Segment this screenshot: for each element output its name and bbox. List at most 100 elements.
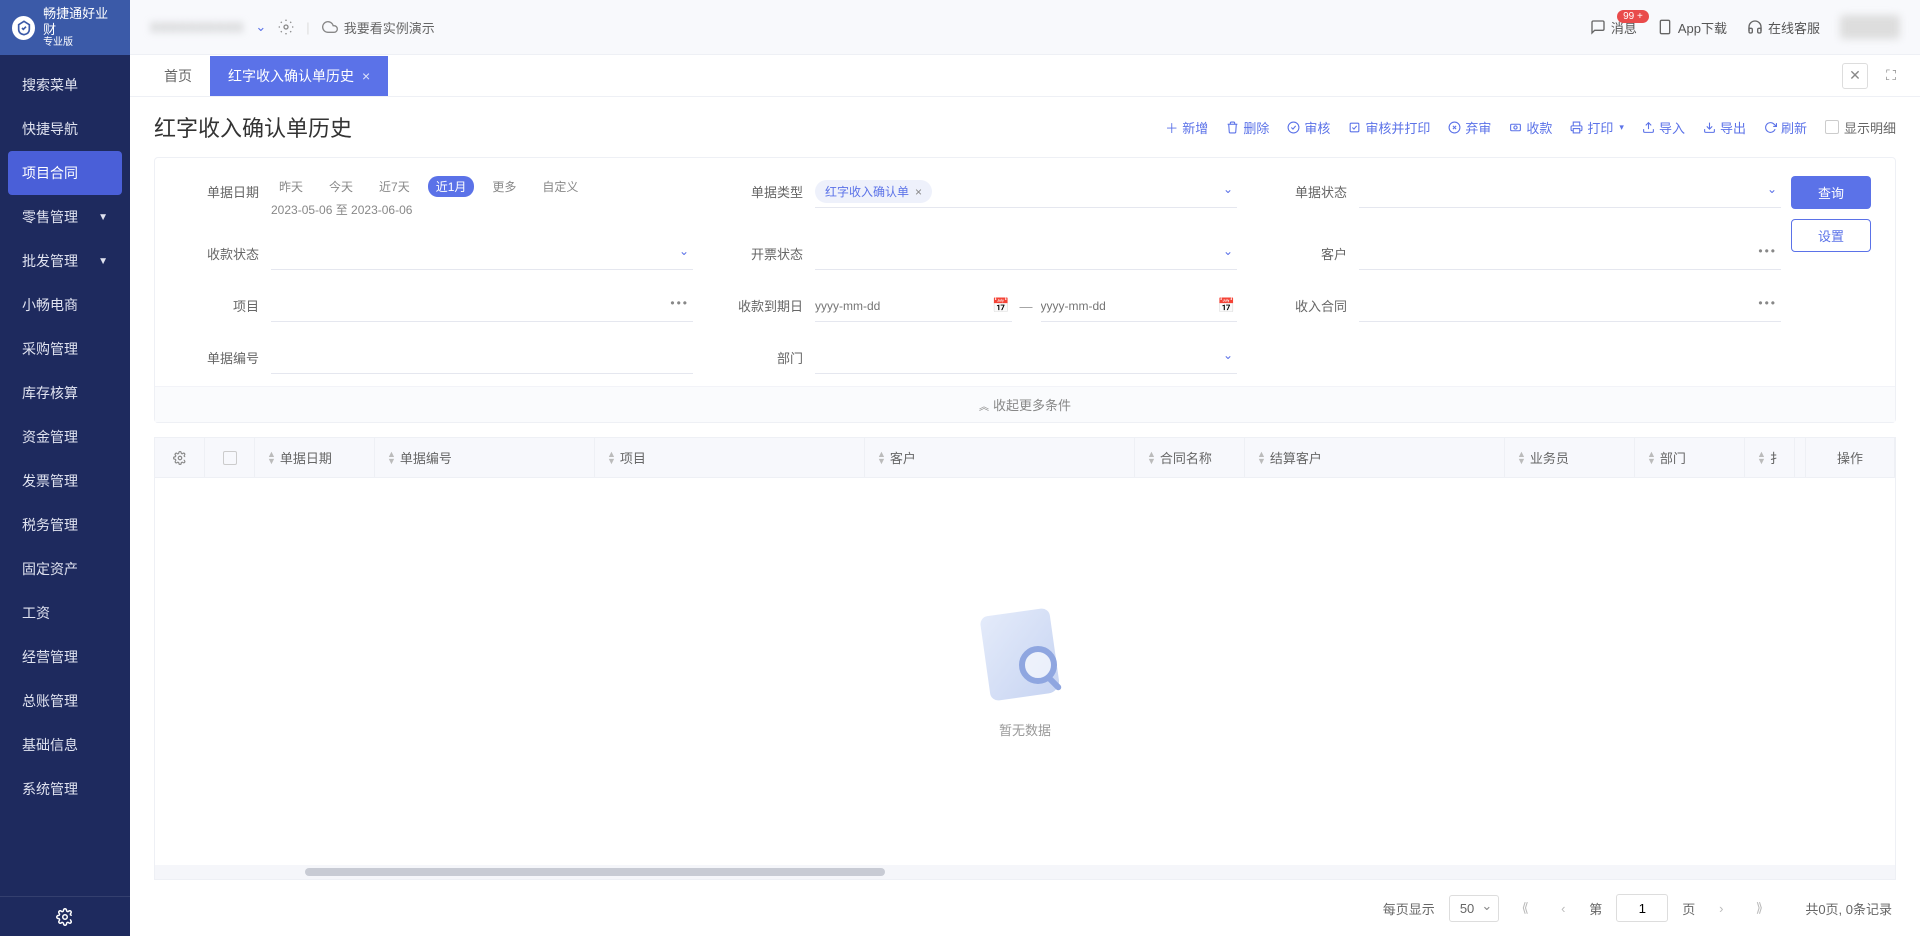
settings-button[interactable]: 设置 bbox=[1791, 219, 1871, 252]
page-number-input[interactable] bbox=[1616, 894, 1668, 922]
app-download-button[interactable]: App下载 bbox=[1657, 18, 1727, 37]
collapse-filters-button[interactable]: ︽收起更多条件 bbox=[155, 386, 1895, 422]
more-icon[interactable]: ••• bbox=[1758, 296, 1777, 310]
discard-audit-button[interactable]: 弃审 bbox=[1448, 118, 1491, 137]
show-detail-checkbox[interactable]: 显示明细 bbox=[1825, 118, 1896, 137]
column-settings-button[interactable] bbox=[155, 438, 205, 477]
scrollbar-thumb[interactable] bbox=[305, 868, 885, 876]
sidebar-item-salary[interactable]: 工资 bbox=[0, 591, 130, 635]
sidebar-item-invoice[interactable]: 发票管理 bbox=[0, 459, 130, 503]
pagination: 每页显示 50 ⟪ ‹ 第 页 › ⟫ 共0页, 0条记录 bbox=[130, 880, 1920, 936]
sidebar-item-shortcut[interactable]: 快捷导航 bbox=[0, 107, 130, 151]
sidebar-item-fixed-asset[interactable]: 固定资产 bbox=[0, 547, 130, 591]
col-doc-date[interactable]: ▲▼单据日期 bbox=[255, 438, 375, 477]
support-button[interactable]: 在线客服 bbox=[1747, 18, 1820, 37]
refresh-button[interactable]: 刷新 bbox=[1764, 118, 1807, 137]
sidebar-item-project-contract[interactable]: 项目合同 bbox=[8, 151, 122, 195]
next-page-button[interactable]: › bbox=[1709, 896, 1733, 920]
demo-link[interactable]: 我要看实例演示 bbox=[322, 18, 435, 37]
delete-button[interactable]: 删除 bbox=[1226, 118, 1269, 137]
col-customer[interactable]: ▲▼客户 bbox=[865, 438, 1135, 477]
sidebar-item-purchase[interactable]: 采购管理 bbox=[0, 327, 130, 371]
chevron-down-icon[interactable]: ⌄ bbox=[679, 244, 689, 258]
messages-button[interactable]: 消息 99 + bbox=[1590, 18, 1637, 37]
audit-button[interactable]: 审核 bbox=[1287, 118, 1330, 137]
sidebar-item-ledger[interactable]: 总账管理 bbox=[0, 679, 130, 723]
col-doc-code[interactable]: ▲▼单据编号 bbox=[375, 438, 595, 477]
col-partial[interactable]: ▲▼扌 bbox=[1745, 438, 1795, 477]
chevron-down-icon[interactable]: ⌄ bbox=[1223, 348, 1233, 362]
sidebar-settings[interactable] bbox=[0, 896, 130, 936]
date-pill-yesterday[interactable]: 昨天 bbox=[271, 176, 311, 197]
dept-select[interactable] bbox=[815, 342, 1237, 374]
sidebar-item-search[interactable]: 搜索菜单 bbox=[0, 63, 130, 107]
brand-logo[interactable]: 畅捷通好业财 专业版 bbox=[0, 0, 130, 55]
col-project[interactable]: ▲▼项目 bbox=[595, 438, 865, 477]
sidebar-item-system[interactable]: 系统管理 bbox=[0, 767, 130, 811]
more-icon[interactable]: ••• bbox=[1758, 244, 1777, 258]
audit-print-button[interactable]: 审核并打印 bbox=[1348, 118, 1430, 137]
close-icon[interactable]: × bbox=[362, 68, 370, 84]
chevron-down-icon[interactable]: ⌄ bbox=[1767, 182, 1777, 196]
import-button[interactable]: 导入 bbox=[1642, 118, 1685, 137]
org-selector[interactable]: XXXXXXXXXX bbox=[150, 19, 243, 35]
horizontal-scrollbar[interactable] bbox=[155, 865, 1895, 879]
close-all-tabs-button[interactable]: ✕ bbox=[1842, 63, 1868, 89]
tab-current[interactable]: 红字收入确认单历史 × bbox=[210, 56, 388, 96]
query-button[interactable]: 查询 bbox=[1791, 176, 1871, 209]
col-dept[interactable]: ▲▼部门 bbox=[1635, 438, 1745, 477]
invoice-status-select[interactable] bbox=[815, 238, 1237, 270]
sidebar-item-funds[interactable]: 资金管理 bbox=[0, 415, 130, 459]
sidebar-item-business[interactable]: 经营管理 bbox=[0, 635, 130, 679]
data-table: ▲▼单据日期 ▲▼单据编号 ▲▼项目 ▲▼客户 ▲▼合同名称 ▲▼结算客户 ▲▼… bbox=[154, 437, 1896, 880]
date-pill-more[interactable]: 更多 bbox=[484, 176, 524, 197]
calendar-icon[interactable]: 📅 bbox=[992, 297, 1009, 314]
date-pill-today[interactable]: 今天 bbox=[321, 176, 361, 197]
chevron-down-icon[interactable]: ⌄ bbox=[1223, 244, 1233, 258]
date-to-input[interactable] bbox=[1041, 290, 1238, 322]
sidebar-item-basic-info[interactable]: 基础信息 bbox=[0, 723, 130, 767]
col-contract[interactable]: ▲▼合同名称 bbox=[1135, 438, 1245, 477]
sidebar-item-ecommerce[interactable]: 小畅电商 bbox=[0, 283, 130, 327]
date-pill-7days[interactable]: 近7天 bbox=[371, 176, 418, 197]
filter-doc-date: 单据日期 昨天 今天 近7天 近1月 更多 自定义 2023-05-06 至 2… bbox=[179, 176, 693, 218]
export-button[interactable]: 导出 bbox=[1703, 118, 1746, 137]
filter-doc-code: 单据编号 bbox=[179, 342, 693, 374]
per-page-select[interactable]: 50 bbox=[1449, 895, 1499, 922]
filter-customer: 客户 ••• bbox=[1267, 238, 1781, 270]
calendar-icon[interactable]: 📅 bbox=[1218, 297, 1235, 314]
sidebar-item-inventory[interactable]: 库存核算 bbox=[0, 371, 130, 415]
sidebar: 畅捷通好业财 专业版 搜索菜单 快捷导航 项目合同 零售管理▼ 批发管理▼ 小畅… bbox=[0, 0, 130, 936]
income-contract-input[interactable] bbox=[1359, 290, 1781, 322]
sidebar-item-wholesale[interactable]: 批发管理▼ bbox=[0, 239, 130, 283]
fullscreen-button[interactable]: ⛶ bbox=[1878, 63, 1904, 89]
sidebar-item-retail[interactable]: 零售管理▼ bbox=[0, 195, 130, 239]
date-pill-1month[interactable]: 近1月 bbox=[428, 176, 475, 197]
chevron-down-icon[interactable]: ⌄ bbox=[255, 19, 266, 35]
doc-status-select[interactable] bbox=[1359, 176, 1781, 208]
receive-status-select[interactable] bbox=[271, 238, 693, 270]
more-icon[interactable]: ••• bbox=[670, 296, 689, 310]
doc-code-input[interactable] bbox=[271, 342, 693, 374]
col-settle-customer[interactable]: ▲▼结算客户 bbox=[1245, 438, 1505, 477]
tab-home[interactable]: 首页 bbox=[146, 56, 210, 96]
chevron-down-icon[interactable]: ⌄ bbox=[1223, 182, 1233, 196]
project-input[interactable] bbox=[271, 290, 693, 322]
date-pill-custom[interactable]: 自定义 bbox=[534, 176, 586, 197]
print-button[interactable]: 打印 bbox=[1570, 118, 1624, 137]
user-avatar[interactable] bbox=[1840, 15, 1900, 39]
remove-tag-icon[interactable]: × bbox=[915, 185, 922, 199]
date-from-input[interactable] bbox=[815, 290, 1012, 322]
prev-page-button[interactable]: ‹ bbox=[1551, 896, 1575, 920]
last-page-button[interactable]: ⟫ bbox=[1747, 896, 1771, 920]
select-all-checkbox[interactable] bbox=[205, 438, 255, 477]
receive-button[interactable]: 收款 bbox=[1509, 118, 1552, 137]
new-button[interactable]: ＋新增 bbox=[1165, 118, 1208, 137]
checkbox-icon bbox=[1825, 120, 1839, 134]
first-page-button[interactable]: ⟪ bbox=[1513, 896, 1537, 920]
doc-type-tag[interactable]: 红字收入确认单 × bbox=[815, 180, 932, 203]
col-salesman[interactable]: ▲▼业务员 bbox=[1505, 438, 1635, 477]
sidebar-item-tax[interactable]: 税务管理 bbox=[0, 503, 130, 547]
customer-input[interactable] bbox=[1359, 238, 1781, 270]
gear-icon[interactable] bbox=[278, 19, 294, 35]
